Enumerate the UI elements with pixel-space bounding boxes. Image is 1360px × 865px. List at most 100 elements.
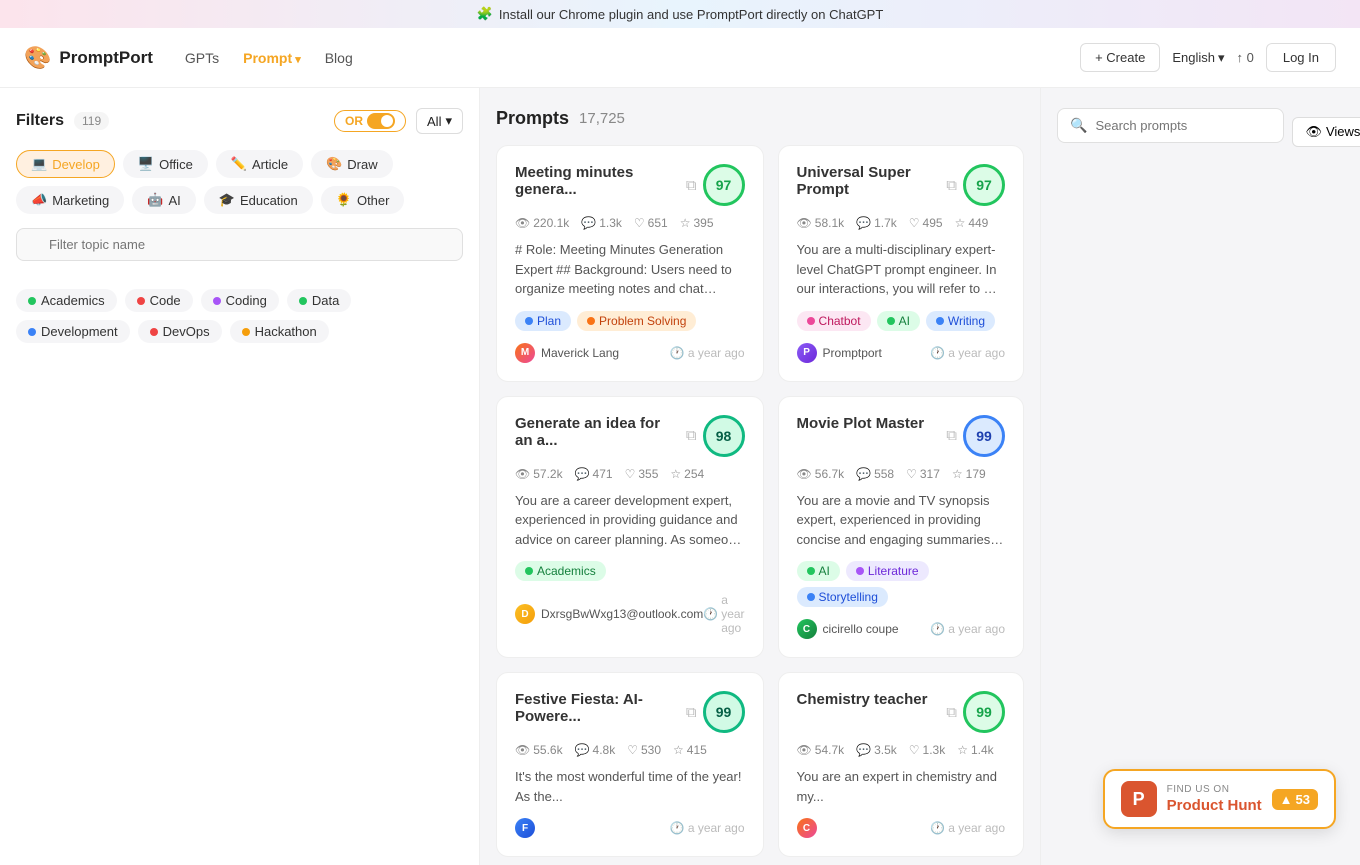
- avatar: C: [797, 619, 817, 639]
- copy-icon[interactable]: ⧉: [686, 427, 697, 444]
- stat-comments: 💬 3.5k: [856, 743, 897, 757]
- tag-writing[interactable]: Writing: [926, 311, 995, 331]
- chip-label: Education: [240, 193, 298, 208]
- time: 🕐 a year ago: [670, 821, 745, 835]
- triangle-icon: ▲: [1280, 792, 1293, 807]
- copy-icon[interactable]: ⧉: [946, 427, 957, 444]
- middle-content: Prompts 17,725 Meeting minutes genera...…: [480, 88, 1040, 865]
- prompt-card-2[interactable]: Universal Super Prompt ⧉ 97 👁 58.1k 💬 1.…: [778, 145, 1024, 382]
- chip-office[interactable]: 🖥️ Office: [123, 150, 208, 178]
- card-top: Generate an idea for an a... ⧉ 98: [515, 415, 745, 457]
- search-icon: 🔍: [1070, 117, 1087, 134]
- banner-text: Install our Chrome plugin and use Prompt…: [499, 7, 883, 22]
- chip-ai[interactable]: 🤖 AI: [132, 186, 195, 214]
- prompt-card-3[interactable]: Generate an idea for an a... ⧉ 98 👁 57.2…: [496, 396, 764, 659]
- author-name: Promptport: [823, 346, 882, 360]
- prompt-card-6[interactable]: Chemistry teacher ⧉ 99 👁 54.7k 💬 3.5k ♡ …: [778, 672, 1024, 857]
- card-stats: 👁 58.1k 💬 1.7k ♡ 495 ☆ 449: [797, 216, 1005, 230]
- author: P Promptport: [797, 343, 882, 363]
- language-button[interactable]: English ▾: [1172, 50, 1224, 66]
- chip-other[interactable]: 🌻 Other: [321, 186, 405, 214]
- copy-icon[interactable]: ⧉: [686, 177, 697, 194]
- topic-devops[interactable]: DevOps: [138, 320, 222, 343]
- create-button[interactable]: + Create: [1080, 43, 1160, 72]
- devops-dot: [150, 328, 158, 336]
- upload-button[interactable]: ↑ 0: [1237, 50, 1254, 65]
- clock-icon: 🕐: [930, 346, 945, 360]
- chip-emoji: 🖥️: [138, 156, 154, 172]
- card-title: Movie Plot Master: [797, 415, 939, 432]
- author: M Maverick Lang: [515, 343, 619, 363]
- tag-ai[interactable]: AI: [797, 561, 840, 581]
- tag-dot: [887, 317, 895, 325]
- chip-marketing[interactable]: 📣 Marketing: [16, 186, 124, 214]
- ph-name: Product Hunt: [1167, 796, 1262, 816]
- topic-code[interactable]: Code: [125, 289, 193, 312]
- filter-search-input[interactable]: [16, 228, 463, 261]
- all-dropdown[interactable]: All ▾: [416, 108, 463, 134]
- topic-development[interactable]: Development: [16, 320, 130, 343]
- filters-header: Filters 119 OR All ▾: [16, 108, 463, 134]
- prompt-card-1[interactable]: Meeting minutes genera... ⧉ 97 👁 220.1k …: [496, 145, 764, 382]
- tag-dot: [856, 567, 864, 575]
- search-bar: 🔍: [1057, 108, 1284, 143]
- chip-draw[interactable]: 🎨 Draw: [311, 150, 393, 178]
- topic-academics[interactable]: Academics: [16, 289, 117, 312]
- tag-ai[interactable]: AI: [877, 311, 920, 331]
- card-title: Generate an idea for an a...: [515, 415, 678, 449]
- stat-stars: ☆ 254: [670, 467, 704, 481]
- avatar: D: [515, 604, 535, 624]
- logo[interactable]: 🎨 PromptPort: [24, 45, 153, 71]
- tag-literature[interactable]: Literature: [846, 561, 929, 581]
- nav-gpts[interactable]: GPTs: [185, 50, 219, 66]
- chip-label: AI: [168, 193, 180, 208]
- search-input[interactable]: [1095, 118, 1271, 133]
- nav-prompt[interactable]: Prompt: [243, 50, 301, 66]
- views-button[interactable]: 👁 Views ▾: [1292, 117, 1360, 147]
- filter-search-wrap: 🔍: [16, 228, 463, 275]
- tag-problem-solving[interactable]: Problem Solving: [577, 311, 696, 331]
- or-toggle[interactable]: [367, 113, 395, 129]
- topic-hackathon[interactable]: Hackathon: [230, 320, 329, 343]
- copy-icon[interactable]: ⧉: [946, 177, 957, 194]
- topic-coding[interactable]: Coding: [201, 289, 279, 312]
- login-button[interactable]: Log In: [1266, 43, 1336, 72]
- tag-academics[interactable]: Academics: [515, 561, 606, 581]
- nav-blog[interactable]: Blog: [325, 50, 353, 66]
- logo-icon: 🎨: [24, 45, 51, 71]
- topic-chips: Academics Code Coding Data Development D…: [16, 289, 463, 343]
- author-name: DxrsgBwWxg13@outlook.com: [541, 607, 703, 621]
- stat-likes: ♡ 317: [906, 467, 940, 481]
- chip-develop[interactable]: 💻 Develop: [16, 150, 115, 178]
- topic-label: Code: [150, 293, 181, 308]
- tag-dot: [525, 317, 533, 325]
- product-hunt-widget[interactable]: P FIND US ON Product Hunt ▲ 53: [1103, 769, 1336, 829]
- tag-plan[interactable]: Plan: [515, 311, 571, 331]
- chip-education[interactable]: 🎓 Education: [204, 186, 313, 214]
- clock-icon: 🕐: [930, 622, 945, 636]
- copy-icon[interactable]: ⧉: [946, 704, 957, 721]
- chip-article[interactable]: ✏️ Article: [216, 150, 303, 178]
- stat-stars: ☆ 1.4k: [957, 743, 993, 757]
- clock-icon: 🕐: [703, 607, 718, 621]
- topic-data[interactable]: Data: [287, 289, 351, 312]
- card-body: You are a multi-disciplinary expert-leve…: [797, 240, 1005, 299]
- topic-label: Hackathon: [255, 324, 317, 339]
- avatar: P: [797, 343, 817, 363]
- card-body: You are a movie and TV synopsis expert, …: [797, 491, 1005, 550]
- prompt-card-5[interactable]: Festive Fiesta: AI-Powere... ⧉ 99 👁 55.6…: [496, 672, 764, 857]
- copy-icon[interactable]: ⧉: [686, 704, 697, 721]
- topic-label: Data: [312, 293, 339, 308]
- or-toggle-group[interactable]: OR: [334, 110, 406, 132]
- prompt-card-4[interactable]: Movie Plot Master ⧉ 99 👁 56.7k 💬 558 ♡ 3…: [778, 396, 1024, 659]
- card-body: You are a career development expert, exp…: [515, 491, 745, 550]
- stat-comments: 💬 1.3k: [581, 216, 622, 230]
- ph-count: ▲ 53: [1272, 789, 1318, 810]
- chip-label: Other: [357, 193, 390, 208]
- tag-chatbot[interactable]: Chatbot: [797, 311, 871, 331]
- time: 🕐 a year ago: [930, 821, 1005, 835]
- tag-storytelling[interactable]: Storytelling: [797, 587, 888, 607]
- tag-dot: [807, 567, 815, 575]
- card-body: You are an expert in chemistry and my...: [797, 767, 1005, 806]
- topic-label: Development: [41, 324, 118, 339]
